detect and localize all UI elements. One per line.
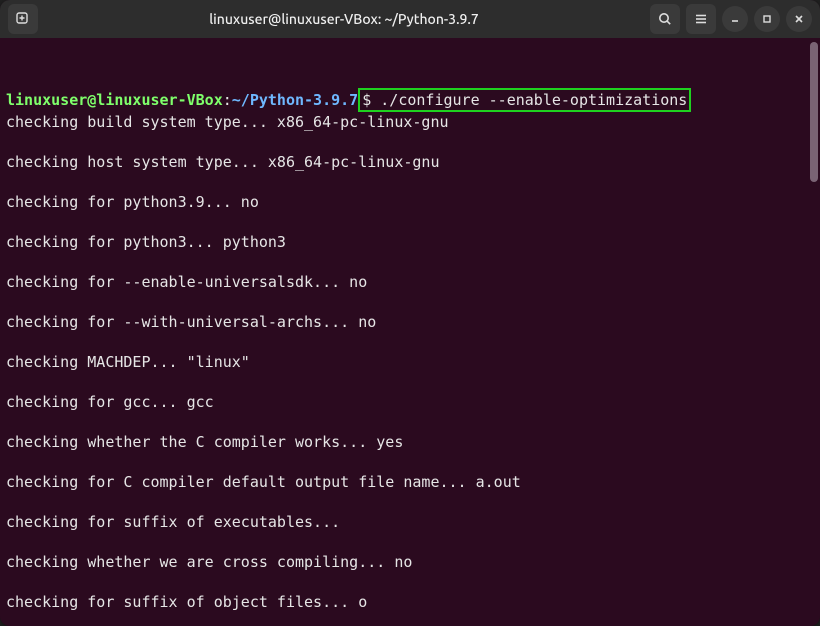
output-line: checking for suffix of object files... o [6,592,814,612]
output-line: checking for python3... python3 [6,232,814,252]
prompt-dollar: $ [362,91,371,109]
output-line: checking for C compiler default output f… [6,472,814,492]
output-line: checking whether the C compiler works...… [6,432,814,452]
titlebar-left [8,4,38,34]
search-icon [657,11,673,27]
output-line: checking for --enable-universalsdk... no [6,272,814,292]
maximize-icon [760,12,774,26]
search-button[interactable] [650,4,680,34]
titlebar: linuxuser@linuxuser-VBox: ~/Python-3.9.7 [0,0,820,38]
terminal-body[interactable]: linuxuser@linuxuser-VBox:~/Python-3.9.7$… [0,38,820,626]
terminal-window: linuxuser@linuxuser-VBox: ~/Python-3.9.7 [0,0,820,626]
prompt-user-host: linuxuser@linuxuser-VBox [6,91,223,109]
hamburger-icon [693,11,709,27]
new-tab-icon [15,11,31,27]
output-line: checking MACHDEP... "linux" [6,352,814,372]
output-line: checking for --with-universal-archs... n… [6,312,814,332]
minimize-button[interactable] [722,6,748,32]
maximize-button[interactable] [754,6,780,32]
new-tab-button[interactable] [8,4,38,34]
titlebar-right [650,4,812,34]
output-line: checking whether we are cross compiling.… [6,552,814,572]
prompt-colon: : [223,91,232,109]
output-line: checking build system type... x86_64-pc-… [6,112,814,132]
close-button[interactable] [786,6,812,32]
minimize-icon [728,12,742,26]
command-text: ./configure --enable-optimizations [371,91,687,109]
output-line: checking for suffix of executables... [6,512,814,532]
prompt-line: linuxuser@linuxuser-VBox:~/Python-3.9.7$… [6,88,691,112]
command-highlight-box: $ ./configure --enable-optimizations [358,88,691,112]
output-line: checking host system type... x86_64-pc-l… [6,152,814,172]
output-line: checking for python3.9... no [6,192,814,212]
output-line: checking for gcc... gcc [6,392,814,412]
window-title: linuxuser@linuxuser-VBox: ~/Python-3.9.7 [44,11,644,27]
prompt-path: ~/Python-3.9.7 [232,91,358,109]
close-icon [792,12,806,26]
hamburger-menu-button[interactable] [686,4,716,34]
scrollbar-thumb[interactable] [810,42,818,182]
